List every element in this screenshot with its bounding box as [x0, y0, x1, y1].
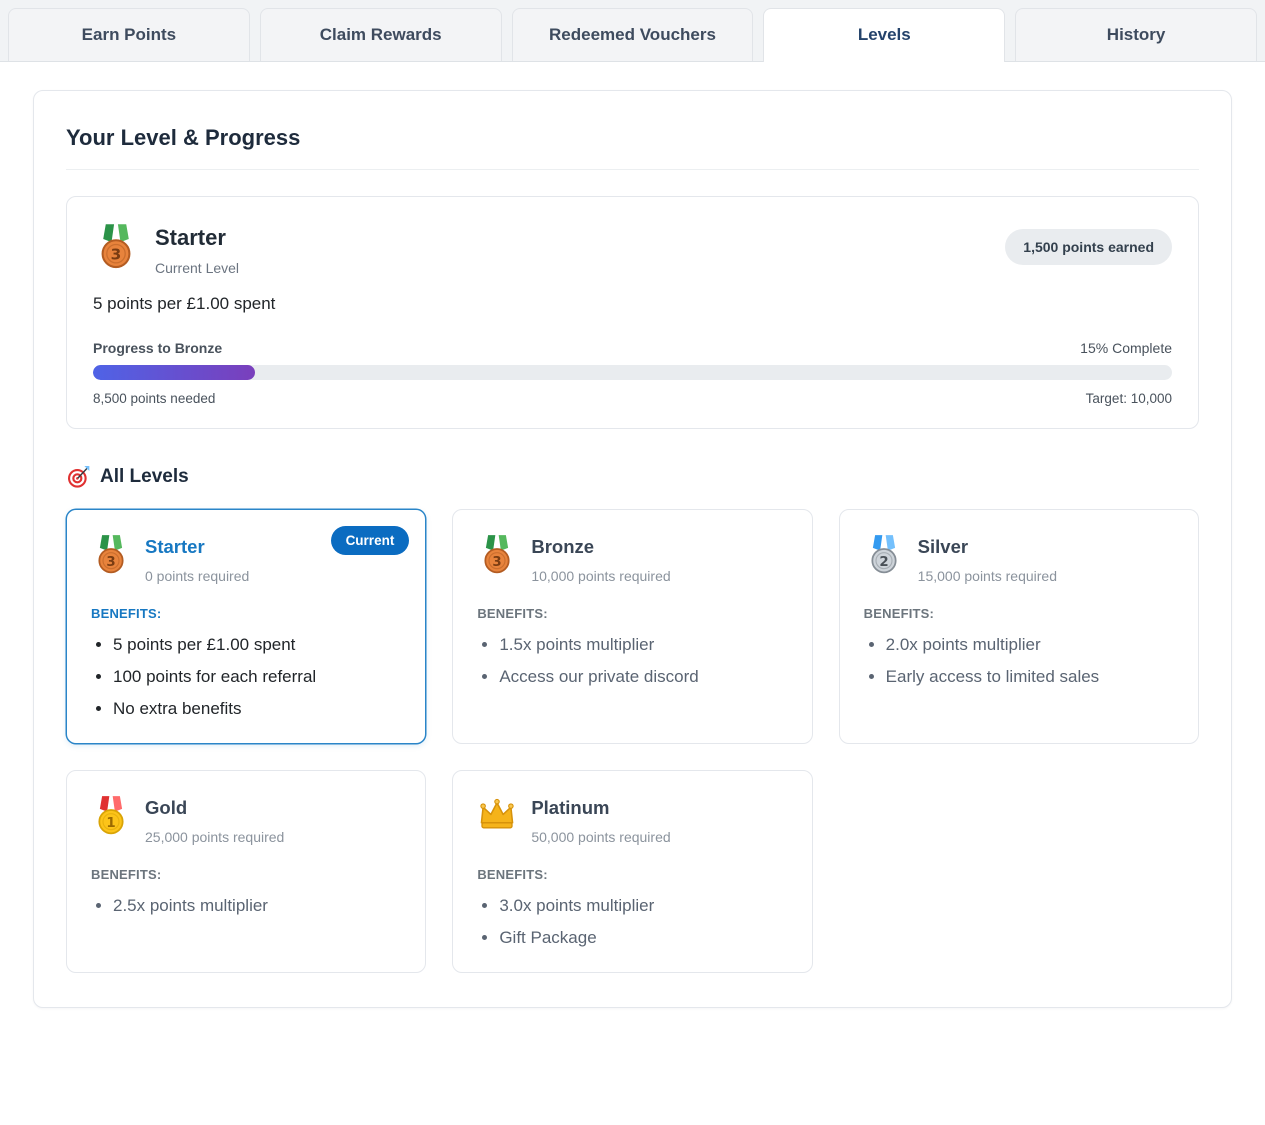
- level-card-platinum: Platinum 50,000 points required BENEFITS…: [452, 770, 813, 973]
- benefits-label: BENEFITS:: [91, 606, 162, 621]
- benefits-label: BENEFITS:: [477, 606, 548, 621]
- levels-panel: Your Level & Progress 3 Starter Current …: [33, 90, 1232, 1008]
- current-level-name: Starter: [155, 225, 226, 250]
- benefit-item: 2.0x points multiplier: [886, 635, 1174, 655]
- progress-fill: [93, 365, 255, 380]
- benefit-item: 1.5x points multiplier: [499, 635, 787, 655]
- tab-bar: Earn Points Claim Rewards Redeemed Vouch…: [0, 0, 1265, 62]
- level-card-silver: 2 Silver 15,000 points required BENEFITS…: [838, 509, 1199, 744]
- benefit-item: No extra benefits: [113, 699, 401, 719]
- level-name: Starter: [145, 536, 205, 557]
- benefit-item: Gift Package: [499, 928, 787, 948]
- benefits-list: 2.0x points multiplier Early access to li…: [864, 635, 1174, 687]
- level-name: Platinum: [531, 797, 610, 818]
- target-text: Target: 10,000: [1085, 391, 1172, 406]
- benefit-item: Early access to limited sales: [886, 667, 1174, 687]
- svg-text:3: 3: [493, 555, 502, 570]
- current-badge: Current: [330, 526, 410, 555]
- page-title: Your Level & Progress: [66, 125, 301, 150]
- level-points-required: 50,000 points required: [531, 829, 671, 845]
- progress-percent-label: 15% Complete: [1080, 340, 1172, 356]
- all-levels-title: All Levels: [100, 466, 189, 487]
- benefits-list: 1.5x points multiplier Access our private…: [477, 635, 787, 687]
- benefits-list: 2.5x points multiplier: [91, 896, 401, 916]
- points-needed-text: 8,500 points needed: [93, 391, 216, 406]
- tab-label: Levels: [857, 25, 911, 44]
- current-level-subtitle: Current Level: [155, 260, 240, 276]
- level-card-gold: 1 Gold 25,000 points required BENEFITS: …: [66, 770, 427, 973]
- benefit-item: Access our private discord: [499, 667, 787, 687]
- level-points-required: 25,000 points required: [145, 829, 285, 845]
- bronze-medal-icon: 3: [93, 223, 139, 269]
- tab-label: Earn Points: [81, 25, 177, 44]
- earn-rate-text: 5 points per £1.00 spent: [93, 294, 276, 313]
- benefits-list: 5 points per £1.00 spent 100 points for e…: [91, 635, 401, 719]
- level-points-required: 10,000 points required: [531, 568, 671, 584]
- current-level-card: 3 Starter Current Level 1,500 points ear…: [66, 196, 1199, 429]
- svg-text:3: 3: [106, 555, 115, 570]
- level-points-required: 15,000 points required: [917, 568, 1057, 584]
- level-medal-icon: 1: [91, 795, 131, 835]
- tab-claim-rewards[interactable]: Claim Rewards: [259, 8, 502, 61]
- level-medal-icon: 3: [477, 534, 517, 574]
- target-icon: [66, 465, 90, 489]
- level-name: Gold: [145, 797, 188, 818]
- benefits-list: 3.0x points multiplier Gift Package: [477, 896, 787, 948]
- level-card-starter: Current 3 Starter 0 points required BENE…: [66, 509, 427, 744]
- benefits-label: BENEFITS:: [91, 867, 162, 882]
- progress-label: Progress to Bronze: [93, 340, 223, 356]
- benefits-label: BENEFITS:: [863, 606, 935, 621]
- svg-text:3: 3: [111, 246, 122, 264]
- benefit-item: 100 points for each referral: [113, 667, 401, 687]
- level-medal-icon: 2: [864, 534, 904, 574]
- benefits-label: BENEFITS:: [477, 867, 548, 882]
- tab-earn-points[interactable]: Earn Points: [8, 8, 250, 61]
- levels-grid: Current 3 Starter 0 points required BENE…: [66, 509, 1199, 973]
- tab-levels[interactable]: Levels: [763, 8, 1006, 62]
- tab-history[interactable]: History: [1015, 8, 1257, 61]
- divider: [66, 169, 1199, 170]
- progress-bar: [93, 365, 1172, 380]
- tab-label: History: [1106, 25, 1166, 44]
- points-earned-badge: 1,500 points earned: [1005, 229, 1172, 265]
- tab-redeemed-vouchers[interactable]: Redeemed Vouchers: [511, 8, 754, 61]
- level-medal-icon: [477, 795, 517, 835]
- svg-text:1: 1: [106, 816, 115, 831]
- level-medal-icon: 3: [91, 534, 131, 574]
- benefit-item: 3.0x points multiplier: [499, 896, 787, 916]
- level-name: Silver: [917, 536, 969, 557]
- benefit-item: 2.5x points multiplier: [113, 896, 401, 916]
- level-card-bronze: 3 Bronze 10,000 points required BENEFITS…: [452, 509, 813, 744]
- benefit-item: 5 points per £1.00 spent: [113, 635, 401, 655]
- svg-text:2: 2: [879, 555, 888, 570]
- level-points-required: 0 points required: [145, 568, 250, 584]
- level-name: Bronze: [531, 536, 595, 557]
- tab-label: Claim Rewards: [319, 25, 442, 44]
- tab-content: Your Level & Progress 3 Starter Current …: [0, 62, 1265, 1016]
- tab-label: Redeemed Vouchers: [549, 25, 716, 44]
